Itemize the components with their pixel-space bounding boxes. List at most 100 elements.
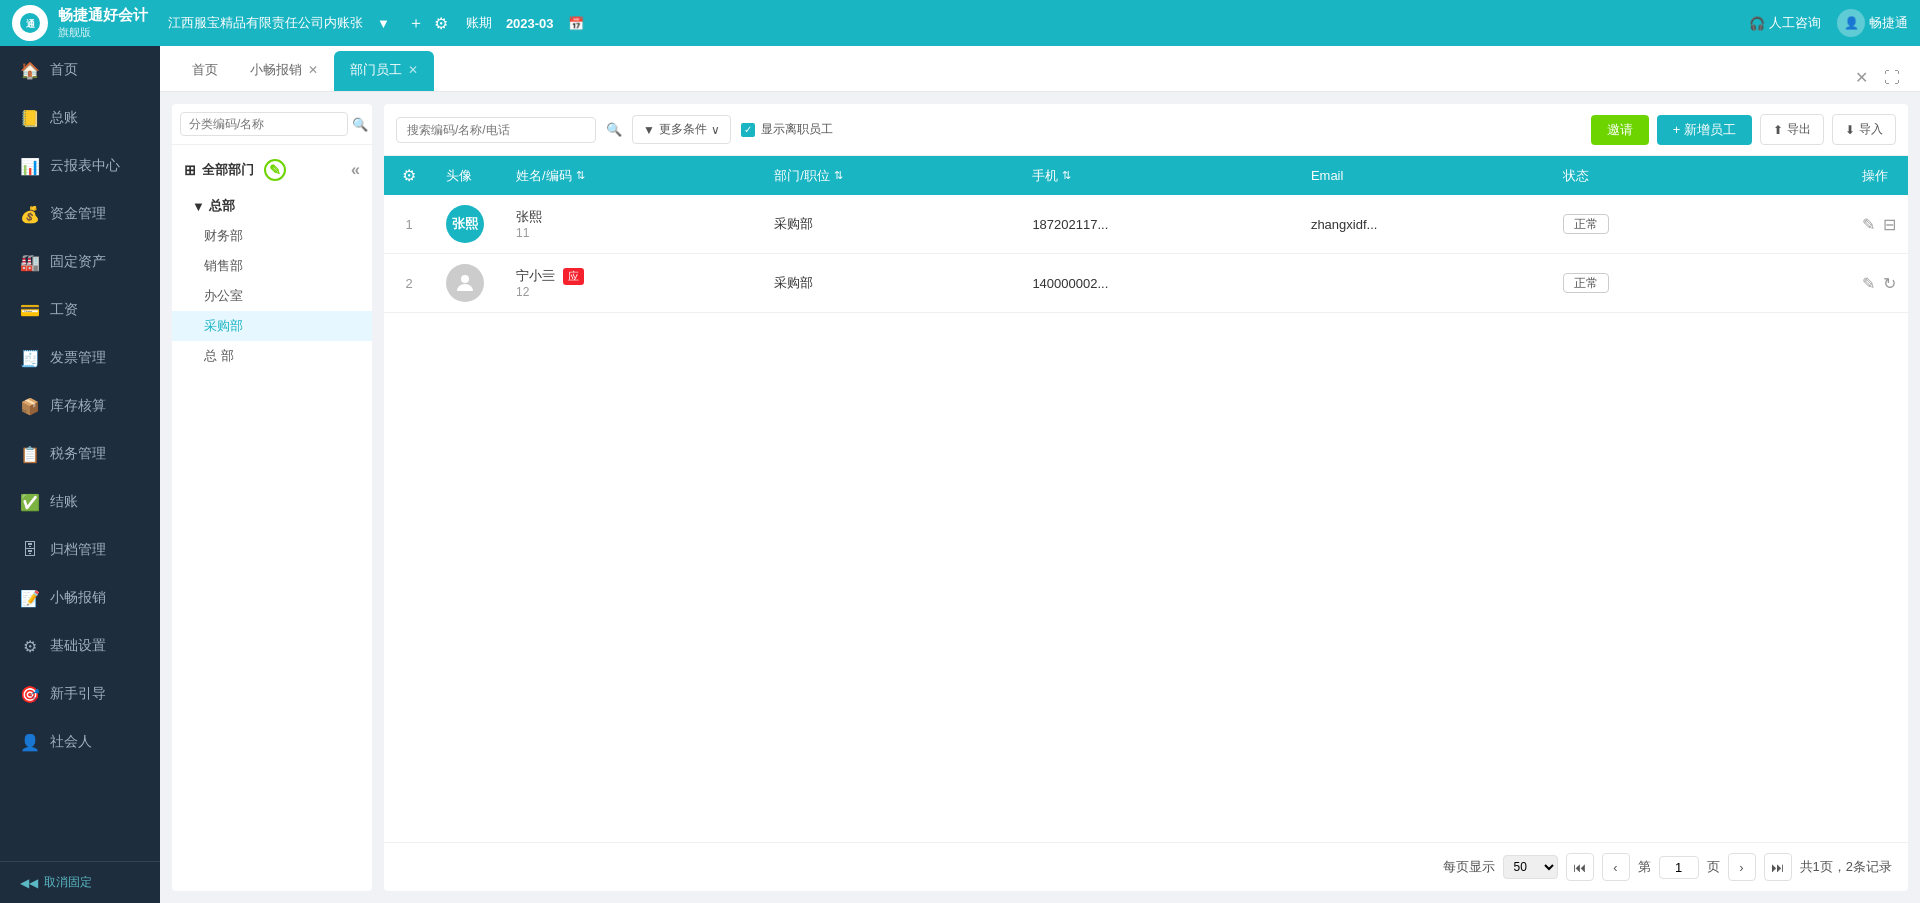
sidebar-item-close[interactable]: ✅ 结账 (0, 478, 160, 526)
refresh-btn-2[interactable]: ↻ (1883, 274, 1896, 293)
tabs-bar: 首页 小畅报销 ✕ 部门员工 ✕ ✕ ⛶ (160, 46, 1920, 92)
sidebar-item-inventory[interactable]: 📦 库存核算 (0, 382, 160, 430)
table-row: 2 宁小亖 应 (384, 254, 1908, 313)
import-btn[interactable]: ⬇ 导入 (1832, 114, 1896, 145)
row-num-2: 2 (384, 254, 434, 313)
export-btn[interactable]: ⬆ 导出 (1760, 114, 1824, 145)
sidebar-item-invoice[interactable]: 🧾 发票管理 (0, 334, 160, 382)
calendar-icon[interactable]: 📅 (568, 16, 584, 31)
cancel-fixed-btn[interactable]: ◀◀ 取消固定 (0, 861, 160, 903)
dept-search-icon[interactable]: 🔍 (352, 117, 368, 132)
company-dropdown-icon[interactable]: ▼ (377, 16, 390, 31)
edit-btn-2[interactable]: ✎ (1862, 274, 1875, 293)
page-last-btn[interactable]: ⏭ (1764, 853, 1792, 881)
row-phone-1: 187202117... (1020, 195, 1299, 254)
row-phone-2: 140000002... (1020, 254, 1299, 313)
dept-search-input[interactable] (180, 112, 348, 136)
sidebar-item-guide[interactable]: 🎯 新手引导 (0, 670, 160, 718)
dept-item-office[interactable]: 办公室 (172, 281, 372, 311)
add-company-icon[interactable]: ＋ (408, 13, 424, 34)
app-title: 畅捷通好会计 旗舰版 (58, 6, 148, 40)
dept-item-hq[interactable]: 总 部 (172, 341, 372, 371)
dept-group-header-hq[interactable]: ▼ 总部 (172, 191, 372, 221)
table-row: 1 张熙 张熙 11 采购部 187202117... zh (384, 195, 1908, 254)
app-logo: 通 (12, 5, 48, 41)
dept-item-finance[interactable]: 财务部 (172, 221, 372, 251)
logout-btn-1[interactable]: ⊟ (1883, 215, 1896, 234)
sidebar-item-salary[interactable]: 💳 工资 (0, 286, 160, 334)
dept-item-sales[interactable]: 销售部 (172, 251, 372, 281)
row-dept-1: 采购部 (762, 195, 1020, 254)
reports-icon: 📊 (20, 156, 40, 176)
invite-btn[interactable]: 邀请 (1591, 115, 1649, 145)
dept-search-bar: 🔍 (172, 104, 372, 145)
page-size-label: 每页显示 (1443, 858, 1495, 876)
show-resigned-toggle[interactable]: ✓ 显示离职员工 (741, 121, 833, 138)
employee-search-icon[interactable]: 🔍 (606, 122, 622, 137)
add-employee-btn[interactable]: + 新增员工 (1657, 115, 1752, 145)
pin-icon: ◀◀ (20, 876, 38, 890)
page-next-btn[interactable]: › (1728, 853, 1756, 881)
period-label: 账期 (466, 14, 492, 32)
sidebar-item-settings[interactable]: ⚙ 基础设置 (0, 622, 160, 670)
sidebar-item-tax[interactable]: 📋 税务管理 (0, 430, 160, 478)
col-settings: ⚙ (384, 156, 434, 195)
col-phone[interactable]: 手机 ⇅ (1020, 156, 1299, 195)
sidebar-item-social[interactable]: 👤 社会人 (0, 718, 160, 766)
tab-close-window-icon[interactable]: ✕ (1851, 64, 1872, 91)
edit-btn-1[interactable]: ✎ (1862, 215, 1875, 234)
page-first-btn[interactable]: ⏮ (1566, 853, 1594, 881)
sidebar-item-assets[interactable]: 🏭 固定资产 (0, 238, 160, 286)
page-size-select[interactable]: 50 20 100 (1503, 855, 1558, 879)
row-status-1: 正常 (1551, 195, 1746, 254)
dept-edit-btn[interactable]: ✎ (264, 159, 286, 181)
service-btn[interactable]: 🎧 人工咨询 (1749, 14, 1821, 32)
settings-icon[interactable]: ⚙ (434, 14, 448, 33)
dept-item-purchase[interactable]: 采购部 (172, 311, 372, 341)
tab-department-close-icon[interactable]: ✕ (408, 63, 418, 77)
employee-table-container: ⚙ 头像 姓名/编码 ⇅ (384, 156, 1908, 842)
col-name[interactable]: 姓名/编码 ⇅ (504, 156, 762, 195)
pagination-bar: 每页显示 50 20 100 ⏮ ‹ 第 页 › ⏭ 共1页，2条记录 (384, 842, 1908, 891)
page-prev-btn[interactable]: ‹ (1602, 853, 1630, 881)
main-layout: 🏠 首页 📒 总账 📊 云报表中心 💰 资金管理 🏭 固定资产 💳 工资 🧾 发… (0, 46, 1920, 903)
topbar-right: 🎧 人工咨询 👤 畅捷通 (1749, 9, 1908, 37)
dept-all-item[interactable]: ⊞ 全部部门 ✎ « (172, 153, 372, 187)
col-email: Email (1299, 156, 1551, 195)
page-number-input[interactable] (1659, 856, 1699, 879)
row-email-2 (1299, 254, 1551, 313)
col-action: 操作 (1746, 156, 1908, 195)
tab-expense[interactable]: 小畅报销 ✕ (234, 51, 334, 91)
avatar: 👤 (1837, 9, 1865, 37)
sidebar-item-ledger[interactable]: 📒 总账 (0, 94, 160, 142)
user-menu[interactable]: 👤 畅捷通 (1837, 9, 1908, 37)
show-resigned-checkbox[interactable]: ✓ (741, 123, 755, 137)
funds-icon: 💰 (20, 204, 40, 224)
tab-home[interactable]: 首页 (176, 51, 234, 91)
dept-collapse-icon[interactable]: « (351, 161, 360, 179)
col-dept[interactable]: 部门/职位 ⇅ (762, 156, 1020, 195)
chevron-down-icon: ∨ (711, 123, 720, 137)
tab-expand-icon[interactable]: ⛶ (1880, 65, 1904, 91)
more-filter-btn[interactable]: ▼ 更多条件 ∨ (632, 115, 731, 144)
assets-icon: 🏭 (20, 252, 40, 272)
tab-department[interactable]: 部门员工 ✕ (334, 51, 434, 91)
sidebar-item-expense[interactable]: 📝 小畅报销 (0, 574, 160, 622)
table-settings-icon[interactable]: ⚙ (402, 166, 416, 185)
invoice-icon: 🧾 (20, 348, 40, 368)
social-icon: 👤 (20, 732, 40, 752)
tab-expense-close-icon[interactable]: ✕ (308, 63, 318, 77)
sidebar-item-funds[interactable]: 💰 资金管理 (0, 190, 160, 238)
filter-icon: ▼ (643, 123, 655, 137)
employee-toolbar: 🔍 ▼ 更多条件 ∨ ✓ 显示离职员工 邀请 + 新增员工 (384, 104, 1908, 156)
chevron-down-icon: ▼ (192, 199, 205, 214)
employee-table: ⚙ 头像 姓名/编码 ⇅ (384, 156, 1908, 313)
archive-icon: 🗄 (20, 540, 40, 560)
sidebar-item-reports[interactable]: 📊 云报表中心 (0, 142, 160, 190)
sidebar-item-home[interactable]: 🏠 首页 (0, 46, 160, 94)
employee-search-input[interactable] (396, 117, 596, 143)
grid-icon: ⊞ (184, 162, 196, 178)
row-name-1: 张熙 11 (504, 195, 762, 254)
sidebar-item-archive[interactable]: 🗄 归档管理 (0, 526, 160, 574)
topbar: 通 畅捷通好会计 旗舰版 江西服宝精品有限责任公司内账张 ▼ ＋ ⚙ 账期 20… (0, 0, 1920, 46)
